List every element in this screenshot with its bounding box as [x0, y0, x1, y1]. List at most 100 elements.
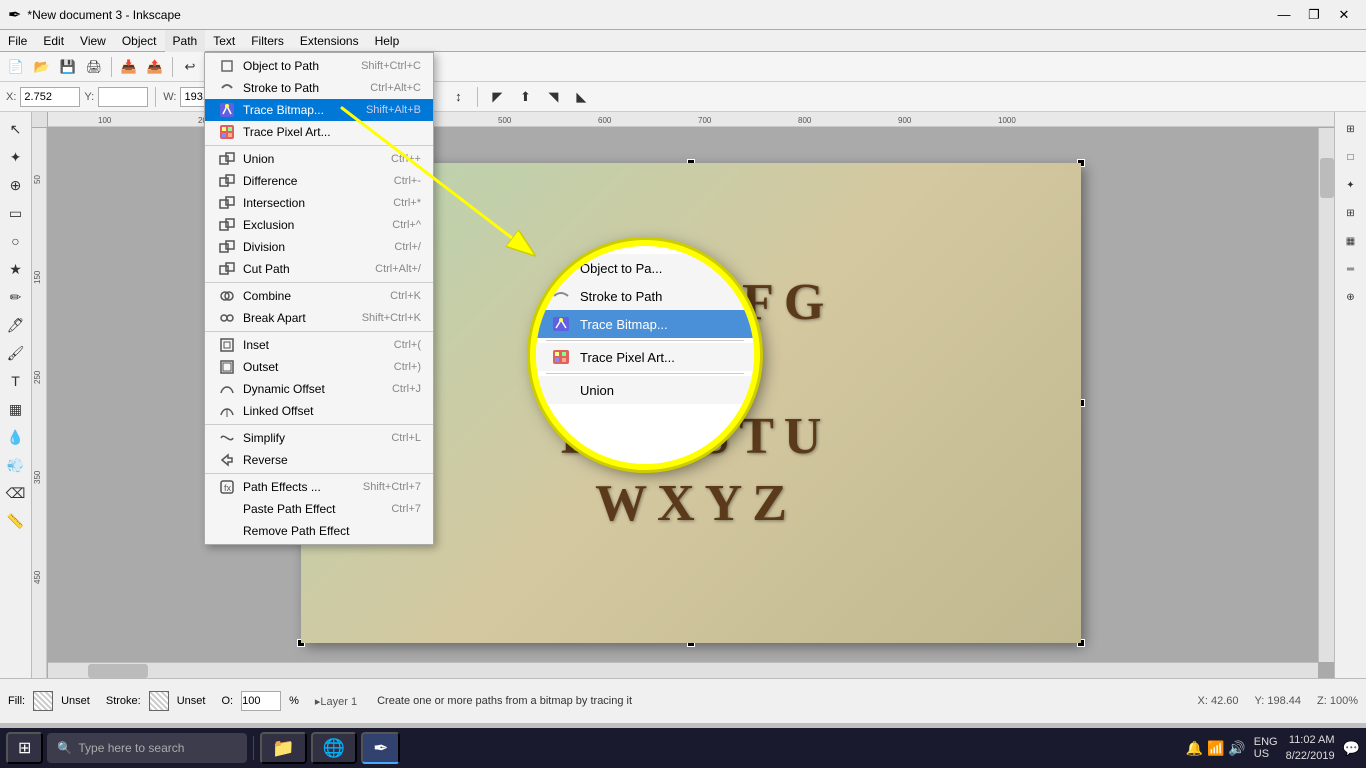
text-tool[interactable]: T: [3, 368, 29, 394]
menu-sep-1: [205, 145, 433, 146]
ctx-union-label: Union: [580, 383, 614, 398]
menu-difference[interactable]: Difference Ctrl+-: [205, 170, 433, 192]
zoom-tool[interactable]: ⊕: [3, 172, 29, 198]
menu-combine[interactable]: Combine Ctrl+K: [205, 285, 433, 307]
stroke-value: Unset: [177, 695, 206, 707]
menu-linked-offset[interactable]: Linked Offset: [205, 400, 433, 422]
svg-text:50: 50: [33, 175, 42, 184]
ellipse-tool[interactable]: ○: [3, 228, 29, 254]
print-button[interactable]: 🖨: [82, 55, 106, 79]
break-apart-label: Break Apart: [243, 311, 354, 325]
taskbar-explorer[interactable]: 📁: [260, 732, 306, 764]
menu-help[interactable]: Help: [367, 30, 408, 52]
calligraphy-tool[interactable]: 🖌: [3, 340, 29, 366]
align-tl-button[interactable]: ◤: [485, 85, 509, 109]
pencil-tool[interactable]: ✏: [3, 284, 29, 310]
taskbar-inkscape[interactable]: ✒: [361, 732, 400, 764]
y-input[interactable]: [98, 87, 148, 107]
snap-grid[interactable]: ▦: [1338, 228, 1364, 254]
stroke-swatch[interactable]: [149, 691, 169, 711]
open-button[interactable]: 📂: [30, 55, 54, 79]
menu-reverse[interactable]: Reverse: [205, 449, 433, 471]
menu-cut-path[interactable]: Cut Path Ctrl+Alt+/: [205, 258, 433, 280]
ctx-trace-pixel-art[interactable]: Trace Pixel Art...: [536, 343, 754, 371]
menu-outset[interactable]: Outset Ctrl+): [205, 356, 433, 378]
search-placeholder: Type here to search: [78, 741, 184, 755]
status-message: Create one or more paths from a bitmap b…: [377, 695, 1189, 707]
menu-filters[interactable]: Filters: [243, 30, 292, 52]
menu-edit[interactable]: Edit: [35, 30, 72, 52]
vertical-scrollbar[interactable]: [1318, 128, 1334, 662]
menu-intersection[interactable]: Intersection Ctrl+*: [205, 192, 433, 214]
snap-center[interactable]: ⊕: [1338, 284, 1364, 310]
snap-toggle[interactable]: ⊞: [1338, 116, 1364, 142]
menu-path-effects[interactable]: fx Path Effects ... Shift+Ctrl+7: [205, 476, 433, 498]
ctx-stroke-to-path[interactable]: Stroke to Path: [536, 282, 754, 310]
menu-file[interactable]: File: [0, 30, 35, 52]
menu-path[interactable]: Path: [165, 30, 206, 52]
undo-button[interactable]: ↩: [178, 55, 202, 79]
menu-view[interactable]: View: [72, 30, 114, 52]
ctx-union[interactable]: Union: [536, 376, 754, 404]
select-tool[interactable]: ↖: [3, 116, 29, 142]
minimize-button[interactable]: —: [1270, 4, 1298, 26]
snap-guide[interactable]: ⊞: [1338, 200, 1364, 226]
outset-icon: [217, 359, 237, 375]
menu-extensions[interactable]: Extensions: [292, 30, 367, 52]
menu-break-apart[interactable]: Break Apart Shift+Ctrl+K: [205, 307, 433, 329]
snap-nodes[interactable]: ✦: [1338, 172, 1364, 198]
dynamic-offset-icon: [217, 381, 237, 397]
gradient-tool[interactable]: ▦: [3, 396, 29, 422]
measure-tool[interactable]: 📏: [3, 508, 29, 534]
hscroll-thumb[interactable]: [88, 664, 148, 678]
menu-trace-bitmap[interactable]: Trace Bitmap... Shift+Alt+B: [205, 99, 433, 121]
dropper-tool[interactable]: 💧: [3, 424, 29, 450]
menu-dynamic-offset[interactable]: Dynamic Offset Ctrl+J: [205, 378, 433, 400]
menu-inset[interactable]: Inset Ctrl+(: [205, 334, 433, 356]
vscroll-thumb[interactable]: [1320, 158, 1334, 198]
flip-v-button[interactable]: ↕: [446, 85, 470, 109]
window-title: *New document 3 - Inkscape: [27, 8, 180, 22]
x-input[interactable]: [20, 87, 80, 107]
align-tc-button[interactable]: ⬆: [513, 85, 537, 109]
eraser-tool[interactable]: ⌫: [3, 480, 29, 506]
menu-object-to-path[interactable]: Object to Path Shift+Ctrl+C: [205, 55, 433, 77]
import-button[interactable]: 📥: [117, 55, 141, 79]
opacity-input[interactable]: [241, 691, 281, 711]
menu-remove-path-effect[interactable]: Remove Path Effect: [205, 520, 433, 542]
maximize-button[interactable]: ❐: [1300, 4, 1328, 26]
pen-tool[interactable]: 🖊: [3, 312, 29, 338]
menu-trace-pixel-art[interactable]: Trace Pixel Art...: [205, 121, 433, 143]
node-tool[interactable]: ✦: [3, 144, 29, 170]
star-tool[interactable]: ★: [3, 256, 29, 282]
menu-simplify[interactable]: Simplify Ctrl+L: [205, 427, 433, 449]
align-tr-button[interactable]: ◥: [541, 85, 565, 109]
horizontal-scrollbar[interactable]: [48, 662, 1318, 678]
menu-sep-4: [205, 424, 433, 425]
start-button[interactable]: ⊞: [6, 732, 43, 764]
rect-tool[interactable]: ▭: [3, 200, 29, 226]
save-button[interactable]: 💾: [56, 55, 80, 79]
menu-exclusion[interactable]: Exclusion Ctrl+^: [205, 214, 433, 236]
snap-bbox[interactable]: □: [1338, 144, 1364, 170]
menu-paste-path-effect[interactable]: Paste Path Effect Ctrl+7: [205, 498, 433, 520]
explorer-icon: 📁: [272, 738, 294, 759]
align-bl-button[interactable]: ◣: [569, 85, 593, 109]
menu-stroke-to-path[interactable]: Stroke to Path Ctrl+Alt+C: [205, 77, 433, 99]
taskbar-chrome[interactable]: 🌐: [311, 732, 357, 764]
spray-tool[interactable]: 💨: [3, 452, 29, 478]
menu-union[interactable]: Union Ctrl++: [205, 148, 433, 170]
export-button[interactable]: 📤: [143, 55, 167, 79]
new-button[interactable]: 📄: [4, 55, 28, 79]
menu-object[interactable]: Object: [114, 30, 165, 52]
menu-text[interactable]: Text: [205, 30, 243, 52]
window-controls: — ❐ ✕: [1270, 4, 1358, 26]
ctx-trace-bitmap[interactable]: Trace Bitmap...: [536, 310, 754, 338]
menu-division[interactable]: Division Ctrl+/: [205, 236, 433, 258]
snap-edge[interactable]: ═: [1338, 256, 1364, 282]
intersection-label: Intersection: [243, 196, 385, 210]
close-button[interactable]: ✕: [1330, 4, 1358, 26]
fill-swatch[interactable]: [33, 691, 53, 711]
search-bar[interactable]: 🔍 Type here to search: [47, 733, 247, 763]
taskbar-sep-1: [253, 736, 254, 760]
